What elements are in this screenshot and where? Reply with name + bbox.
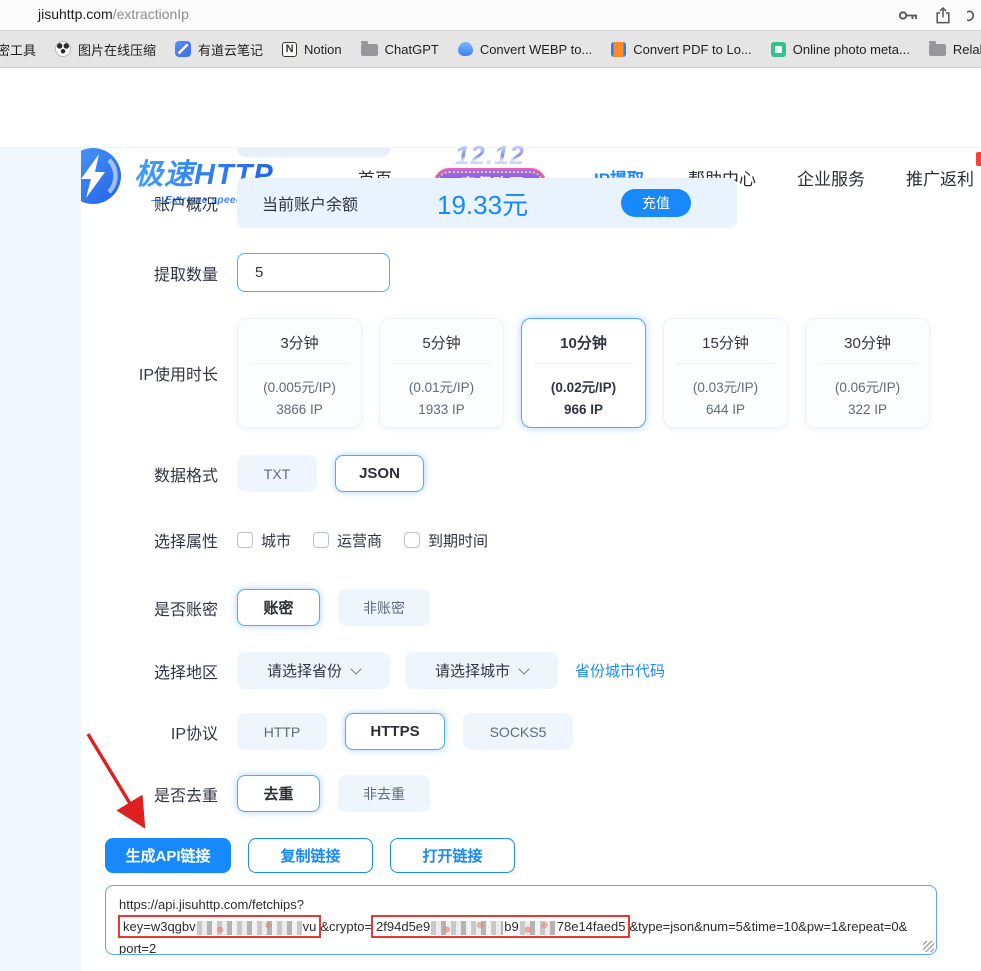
dedupe-option-yes-selected[interactable]: 去重 — [237, 775, 320, 812]
textarea-resize-handle[interactable] — [923, 941, 934, 952]
api-url-line3: port=2 — [119, 941, 157, 955]
site-header: 极速HTTP — Extreme speed — 首页 12.12 套餐购买 I… — [0, 68, 981, 206]
bookmarks-bar: 加密工具 图片在线压缩 有道云笔记 NNotion ChatGPT Conver… — [0, 30, 981, 68]
attr-checkbox-isp[interactable]: 运营商 — [313, 530, 382, 551]
redacted-mosaic — [519, 920, 556, 935]
bookmark-photo-meta[interactable]: Online photo meta... — [770, 41, 910, 57]
attributes-row: 选择属性 城市 运营商 到期时间 — [0, 529, 981, 551]
clipped-toolbar-icon[interactable] — [966, 8, 975, 28]
heart-icon — [457, 42, 473, 56]
duration-card-5min[interactable]: 5分钟 (0.01元/IP) 1933 IP — [379, 318, 504, 428]
annotation-arrow — [86, 733, 146, 829]
dedupe-option-no[interactable]: 非去重 — [338, 775, 430, 812]
generate-api-link-button[interactable]: 生成API链接 — [105, 838, 231, 873]
account-balance-bar: 当前账户余额 19.33元 充值 — [237, 178, 737, 228]
checkbox-icon[interactable] — [237, 532, 253, 548]
quantity-label: 提取数量 — [153, 266, 218, 284]
bookmark-encrypt-tool[interactable]: 加密工具 — [0, 40, 36, 59]
annotation-redbox-crypto: 2f94d5e9 b9 78e14faed5 — [371, 915, 631, 938]
api-url-output[interactable]: https://api.jisuhttp.com/fetchips? key=w… — [105, 885, 937, 955]
promo-1212-text: 12.12 — [431, 140, 549, 170]
province-select[interactable]: 请选择省份 — [237, 652, 390, 689]
auth-label: 是否账密 — [153, 601, 218, 619]
bookmark-convert-webp[interactable]: Convert WEBP to... — [457, 42, 592, 57]
chevron-down-icon — [350, 662, 362, 675]
url-path: /extractionIp — [112, 6, 189, 22]
province-city-code-link[interactable]: 省份城市代码 — [575, 660, 665, 681]
attr-checkbox-expiry[interactable]: 到期时间 — [404, 530, 488, 551]
open-link-button[interactable]: 打开链接 — [390, 838, 515, 873]
attributes-label: 选择属性 — [153, 534, 218, 551]
format-option-txt[interactable]: TXT — [237, 455, 317, 492]
pdf-converter-icon — [611, 41, 627, 57]
bookmark-image-compress[interactable]: 图片在线压缩 — [55, 40, 156, 59]
redacted-mosaic — [196, 920, 302, 935]
region-label: 选择地区 — [153, 664, 218, 682]
protocol-option-http[interactable]: HTTP — [237, 713, 327, 750]
copy-link-button[interactable]: 复制链接 — [248, 838, 373, 873]
bookmark-notion[interactable]: N Notion — [282, 41, 342, 57]
bookmark-youdao-note[interactable]: 有道云笔记 — [175, 40, 263, 59]
api-url-line1: https://api.jisuhttp.com/fetchips? — [119, 897, 304, 912]
chevron-down-icon — [518, 662, 530, 675]
screen: jisuhttp.com/extractionIp 加密工具 图片在线压缩 有道… — [0, 0, 981, 971]
redacted-mosaic — [431, 920, 504, 935]
photo-tool-icon — [770, 41, 786, 57]
annotation-redbox-key: key=w3qgbv vu — [118, 915, 322, 938]
share-icon[interactable] — [936, 6, 950, 29]
panda-icon — [55, 41, 72, 57]
balance-amount: 19.33元 — [437, 189, 529, 220]
recharge-button[interactable]: 充值 — [621, 189, 691, 217]
nav-referral-badge — [976, 152, 981, 166]
auth-option-credentials-selected[interactable]: 账密 — [237, 589, 320, 626]
youdao-pen-icon — [175, 41, 192, 57]
duration-card-10min-selected[interactable]: 10分钟 (0.02元/IP) 966 IP — [521, 318, 646, 428]
duration-card-3min[interactable]: 3分钟 (0.005元/IP) 3866 IP — [237, 318, 362, 428]
duration-label: IP使用时长 — [138, 367, 218, 384]
clipped-element-above — [237, 148, 390, 157]
bookmark-convert-pdf[interactable]: Convert PDF to Lo... — [611, 41, 752, 57]
protocol-option-https-selected[interactable]: HTTPS — [345, 713, 445, 750]
folder-icon — [928, 41, 946, 56]
city-select[interactable]: 请选择城市 — [405, 652, 558, 689]
url-domain: jisuhttp.com — [38, 6, 113, 22]
browser-address-bar[interactable]: jisuhttp.com/extractionIp — [0, 0, 981, 30]
password-key-icon[interactable] — [898, 9, 919, 27]
folder-icon — [360, 41, 378, 56]
checkbox-icon[interactable] — [313, 532, 330, 548]
attr-checkbox-city[interactable]: 城市 — [237, 530, 291, 551]
quantity-row: 提取数量 — [0, 253, 981, 292]
bookmark-chatgpt-folder[interactable]: ChatGPT — [360, 41, 439, 57]
auth-option-no-credentials[interactable]: 非账密 — [338, 589, 430, 626]
format-option-json-selected[interactable]: JSON — [335, 455, 424, 492]
duration-card-15min[interactable]: 15分钟 (0.03元/IP) 644 IP — [663, 318, 788, 428]
checkbox-icon[interactable] — [404, 532, 421, 548]
format-label: 数据格式 — [153, 467, 218, 485]
notion-icon: N — [282, 41, 298, 57]
protocol-option-socks5[interactable]: SOCKS5 — [463, 713, 573, 750]
url-display[interactable]: jisuhttp.com/extractionIp — [38, 6, 189, 22]
duration-card-30min[interactable]: 30分钟 (0.06元/IP) 322 IP — [805, 318, 930, 428]
action-buttons: 生成API链接 复制链接 打开链接 — [105, 838, 515, 873]
format-row: 数据格式 TXT JSON — [0, 455, 981, 492]
duration-row: IP使用时长 3分钟 (0.005元/IP) 3866 IP 5分钟 (0.01… — [0, 318, 981, 428]
bookmark-relakkes-folder[interactable]: Relakkes — [928, 41, 981, 57]
balance-caption: 当前账户余额 — [262, 197, 359, 214]
quantity-input[interactable] — [237, 253, 390, 292]
api-url-line2: key=w3qgbv vu &crypto= 2f94d5e9 b9 78e14faed5… — [118, 915, 923, 938]
account-row: 账户概况 当前账户余额 19.33元 充值 — [0, 178, 981, 228]
region-row: 选择地区 请选择省份 请选择城市 省份城市代码 — [0, 652, 981, 689]
auth-row: 是否账密 账密 非账密 — [0, 589, 981, 626]
account-label: 账户概况 — [153, 197, 218, 214]
